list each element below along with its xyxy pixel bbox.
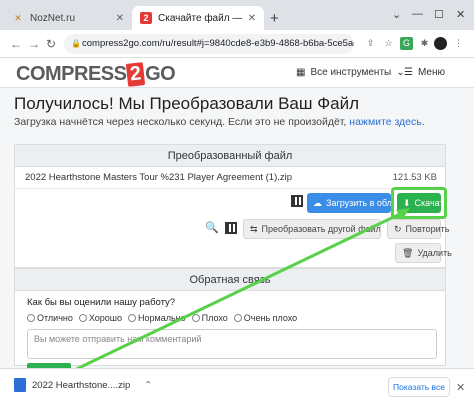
avatar[interactable]: [434, 37, 447, 50]
url-text: compress2go.com/ru/result#j=9840cde8-e3b…: [82, 38, 354, 49]
grid-icon: ▦: [296, 67, 306, 78]
upload-cloud-button[interactable]: ☁ Загрузить в облако: [307, 193, 391, 213]
rating-question: Как бы вы оценили нашу работу?: [27, 297, 176, 308]
download-bar: 2022 Hearthstone....zip ⌃ Показать все ✕: [0, 368, 474, 406]
file-name: 2022 Hearthstone Masters Tour %231 Playe…: [25, 172, 293, 183]
trash-icon: 🗑: [402, 248, 414, 258]
site-logo[interactable]: COMPRESS 2 GO: [16, 62, 176, 87]
show-all-button[interactable]: Показать все: [388, 377, 450, 397]
result-card-title: Преобразованный файл: [15, 145, 445, 167]
tools-icon: ✕: [14, 12, 22, 23]
reload-icon[interactable]: ↻: [46, 37, 56, 51]
feedback-card-title: Обратная связь: [15, 269, 445, 291]
close-window-icon[interactable]: ✕: [456, 8, 465, 21]
radio-icon[interactable]: [27, 314, 35, 322]
url-input[interactable]: 🔒 compress2go.com/ru/result#j=9840cde8-e…: [64, 34, 354, 54]
main-content: Получилось! Мы Преобразовали Ваш Файл За…: [0, 88, 474, 369]
chevron-down-icon[interactable]: ⌄: [392, 8, 401, 21]
page-subtitle: Загрузка начнётся через несколько секунд…: [14, 116, 425, 128]
download-file-name: 2022 Hearthstone....zip: [32, 379, 131, 391]
repeat-button[interactable]: ↻ Повторить: [387, 219, 449, 239]
close-tab-icon[interactable]: ✕: [116, 13, 124, 24]
download-item[interactable]: 2022 Hearthstone....zip ⌃: [14, 378, 152, 392]
rating-option[interactable]: Плохо: [191, 313, 228, 323]
radio-icon[interactable]: [233, 314, 242, 322]
tab-title: Скачайте файл — преобразовано: [158, 12, 244, 24]
menu-label: Меню: [417, 67, 445, 78]
menu-button[interactable]: ☰ Меню: [404, 67, 445, 78]
hamburger-icon: ☰: [404, 67, 413, 78]
logo-left: COMPRESS: [16, 63, 127, 85]
radio-icon[interactable]: [78, 314, 87, 322]
logo-right: GO: [145, 63, 176, 85]
cloud-icon: ☁: [313, 198, 322, 208]
all-tools-button[interactable]: ▦ Все инструменты ⌄: [296, 67, 405, 78]
rating-option[interactable]: Очень плохо: [233, 313, 297, 323]
qr-code-icon[interactable]: [225, 222, 237, 234]
rating-options: Отлично Хорошо Нормально Плохо Очень пло…: [27, 313, 297, 323]
convert-icon: ⇆: [250, 224, 258, 234]
tab-noznet[interactable]: ✕ NozNet.ru ✕: [4, 6, 132, 30]
more-icon[interactable]: ⋮: [452, 37, 465, 50]
compress2go-icon: 2: [140, 12, 152, 24]
click-here-link[interactable]: нажмите здесь: [349, 116, 421, 128]
rating-option[interactable]: Отлично: [27, 313, 73, 323]
minimize-icon[interactable]: —: [412, 8, 423, 20]
tab-title: NozNet.ru: [30, 12, 76, 24]
file-row: 2022 Hearthstone Masters Tour %231 Playe…: [15, 167, 445, 189]
result-card: Преобразованный файл 2022 Hearthstone Ma…: [14, 144, 452, 268]
radio-icon[interactable]: [191, 314, 200, 322]
site-header: COMPRESS 2 GO ▦ Все инструменты ⌄ ☰ Меню: [0, 58, 474, 88]
address-bar: ← → ↻ 🔒 compress2go.com/ru/result#j=9840…: [0, 30, 474, 58]
new-tab-button[interactable]: +: [270, 10, 279, 27]
close-download-bar-icon[interactable]: ✕: [456, 381, 465, 394]
star-icon[interactable]: ☆: [382, 37, 395, 50]
zip-file-icon: [14, 378, 26, 392]
comment-textarea[interactable]: Вы можете отправить нам комментарий: [27, 329, 437, 359]
tab-compress2go[interactable]: 2 Скачайте файл — преобразовано ✕: [132, 6, 264, 30]
page-title: Получилось! Мы Преобразовали Ваш Файл: [14, 94, 360, 113]
radio-icon[interactable]: [128, 314, 137, 322]
tab-bar: ✕ NozNet.ru ✕ 2 Скачайте файл — преобраз…: [0, 0, 474, 30]
chevron-up-icon[interactable]: ⌃: [144, 380, 152, 391]
rating-option[interactable]: Хорошо: [78, 313, 122, 323]
extension-icon[interactable]: G: [400, 37, 413, 50]
share-icon[interactable]: ⇪: [364, 37, 377, 50]
qr-code-icon[interactable]: [291, 195, 303, 207]
forward-icon[interactable]: →: [28, 37, 40, 51]
convert-other-button[interactable]: ⇆ Преобразовать другой файл в ZIP: [243, 219, 381, 239]
logo-mid: 2: [126, 62, 146, 87]
repeat-icon: ↻: [394, 224, 402, 234]
puzzle-icon[interactable]: ✱: [418, 37, 431, 50]
delete-button[interactable]: 🗑 Удалить: [395, 243, 452, 263]
feedback-card: Обратная связь Как бы вы оценили нашу ра…: [14, 268, 446, 369]
file-size: 121.53 KB: [392, 172, 437, 183]
rating-option[interactable]: Нормально: [128, 313, 186, 323]
search-icon[interactable]: 🔍: [205, 221, 219, 234]
lock-icon: 🔒: [71, 39, 81, 48]
download-highlight: [391, 187, 447, 219]
back-icon[interactable]: ←: [10, 37, 22, 51]
maximize-icon[interactable]: ☐: [434, 8, 444, 21]
all-tools-label: Все инструменты: [310, 67, 392, 78]
close-tab-icon[interactable]: ✕: [248, 13, 256, 24]
